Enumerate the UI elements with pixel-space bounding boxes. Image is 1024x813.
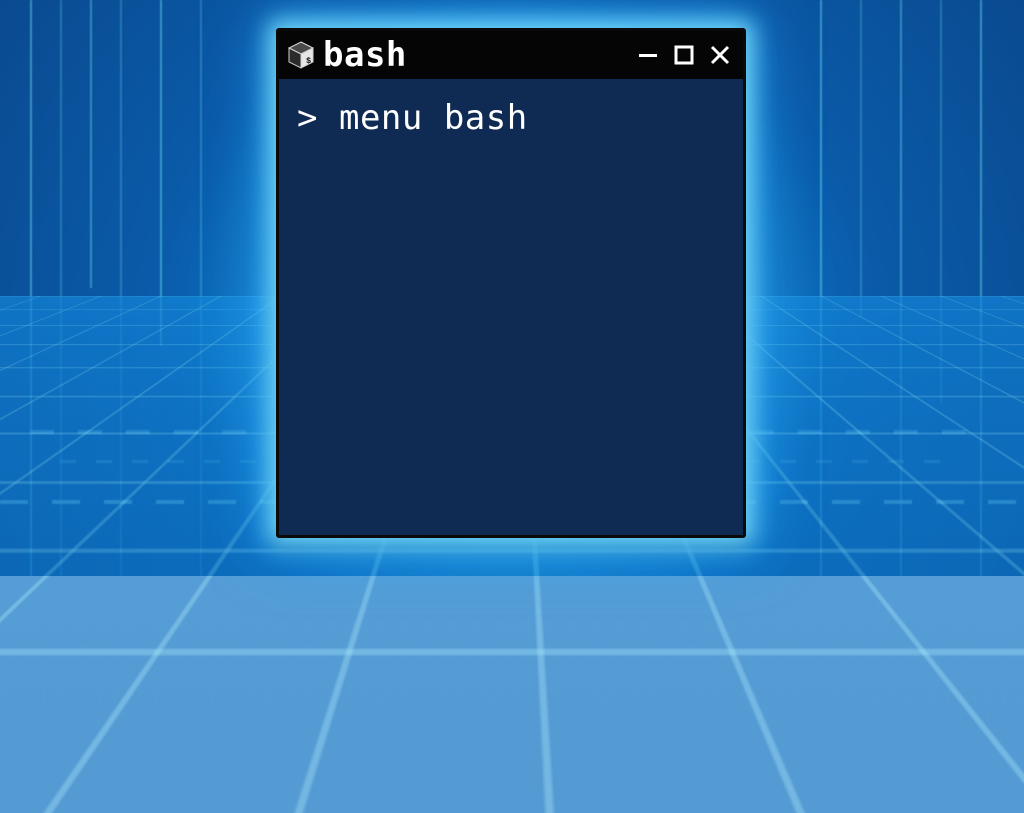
minimize-button[interactable] bbox=[637, 44, 659, 66]
window-title: bash bbox=[323, 35, 631, 75]
prompt-symbol: > bbox=[297, 98, 318, 138]
maximize-button[interactable] bbox=[673, 44, 695, 66]
terminal-window: $ bash > menu bash bbox=[276, 28, 746, 538]
command-text: menu bash bbox=[339, 98, 528, 138]
terminal-body[interactable]: > menu bash bbox=[279, 79, 743, 535]
titlebar[interactable]: $ bash bbox=[279, 31, 743, 79]
window-controls bbox=[637, 44, 735, 66]
close-icon bbox=[709, 44, 731, 66]
close-button[interactable] bbox=[709, 44, 731, 66]
bash-cube-icon: $ bbox=[285, 39, 317, 71]
svg-text:$: $ bbox=[306, 56, 311, 66]
maximize-icon bbox=[674, 45, 694, 65]
minimize-icon bbox=[638, 45, 658, 65]
prompt-line: > menu bash bbox=[297, 97, 725, 140]
